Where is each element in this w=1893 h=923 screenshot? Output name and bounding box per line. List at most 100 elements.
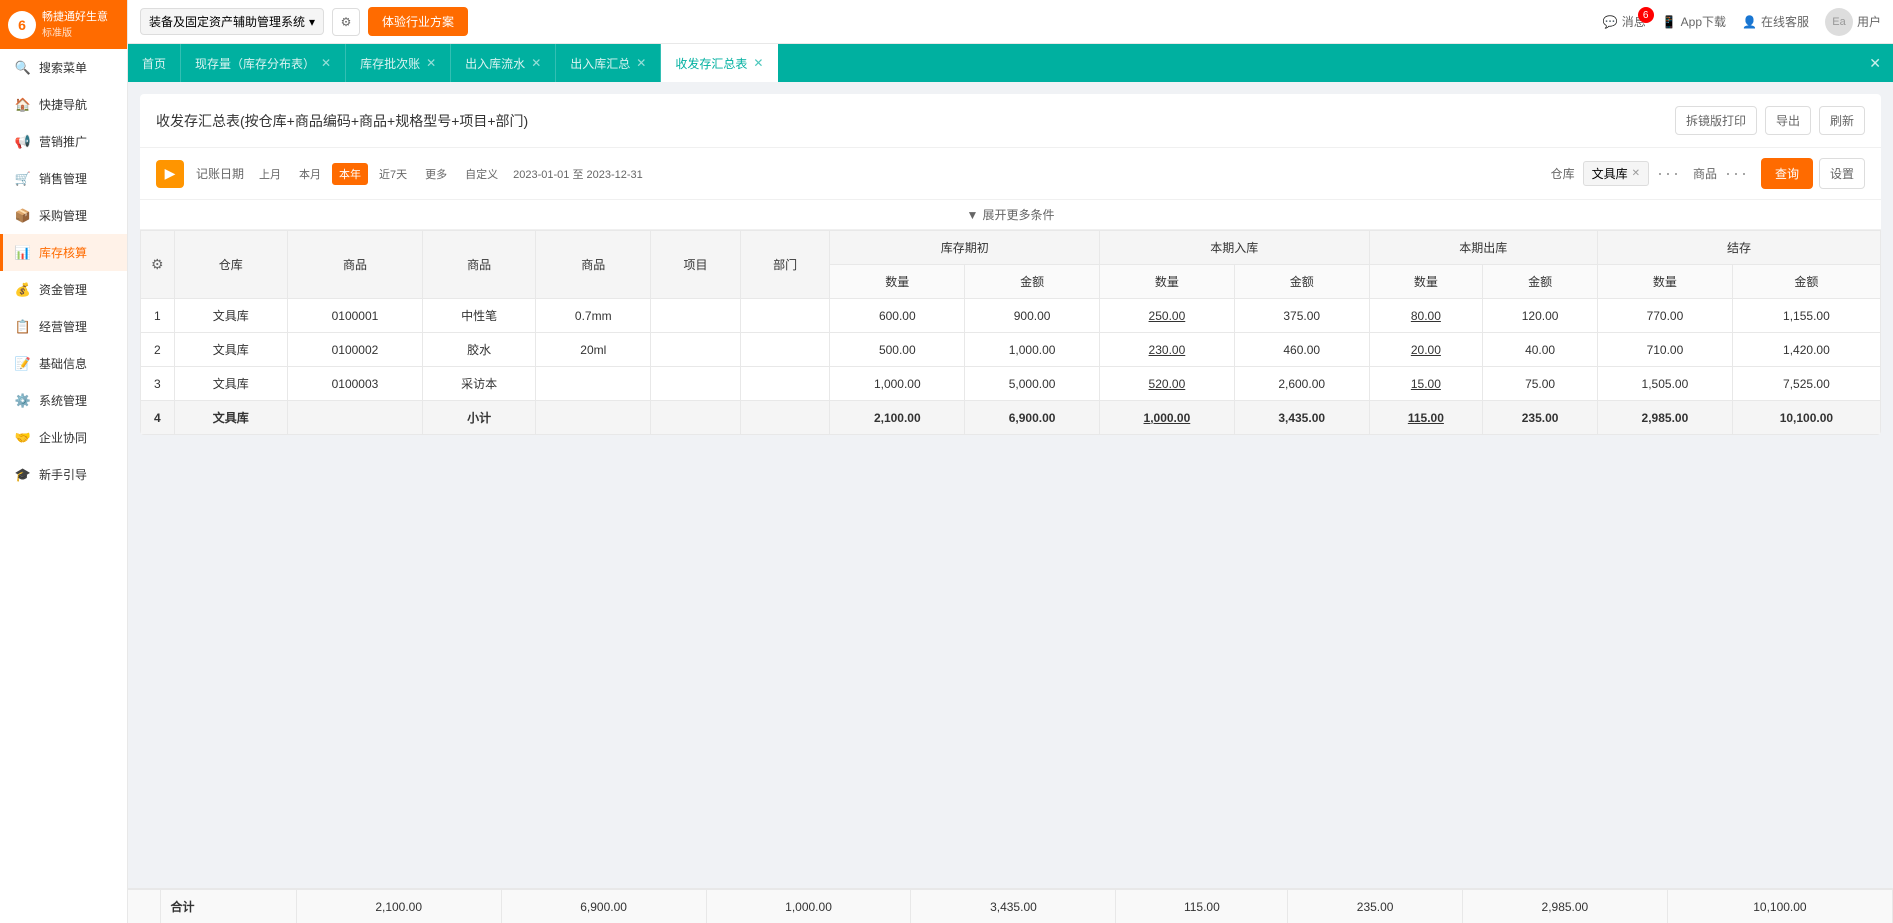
row-close-amt: 1,155.00 xyxy=(1732,299,1880,333)
experience-button[interactable]: 体验行业方案 xyxy=(368,7,468,36)
col-project-header: 项目 xyxy=(651,231,741,299)
tab-close-icon[interactable]: ✕ xyxy=(321,56,331,70)
tab-close-icon[interactable]: ✕ xyxy=(426,56,436,70)
tab-close-icon[interactable]: ✕ xyxy=(753,56,763,70)
subtotal-project xyxy=(651,401,741,435)
subtotal-close-amt: 10,100.00 xyxy=(1732,401,1880,435)
warehouse-more[interactable]: ··· xyxy=(1657,163,1681,184)
filter-settings-button[interactable]: 设置 xyxy=(1819,158,1865,189)
sidebar-item-label: 企业协同 xyxy=(39,429,87,446)
goods-filter: 商品 ··· xyxy=(1693,163,1749,184)
sidebar-item-enterprise[interactable]: 🤝 企业协同 xyxy=(0,419,127,456)
subtotal-close-qty: 2,985.00 xyxy=(1598,401,1733,435)
row-out-amt: 120.00 xyxy=(1483,299,1598,333)
subtotal-spec xyxy=(536,401,651,435)
marketing-icon: 📢 xyxy=(15,134,31,150)
service-icon: 👤 xyxy=(1742,15,1757,29)
date-shortcut-近7天[interactable]: 近7天 xyxy=(372,163,414,185)
query-button[interactable]: 查询 xyxy=(1761,158,1813,189)
enterprise-icon: 🤝 xyxy=(15,430,31,446)
operation-icon: 📋 xyxy=(15,319,31,335)
subtotal-dept xyxy=(740,401,830,435)
sidebar-item-basic-info[interactable]: 📝基础信息 xyxy=(0,345,127,382)
goods-more[interactable]: ··· xyxy=(1725,163,1749,184)
tab-label: 库存批次账 xyxy=(360,55,420,72)
filter-group: 记账日期 上月本月本年近7天更多自定义 2023-01-01 至 2023-12… xyxy=(196,163,1539,185)
sidebar-menu: 🔍搜索菜单🏠快捷导航 📢 营销推广 🛒销售管理📦采购管理📊库存核算💰资金管理 📋 经营管理… xyxy=(0,49,127,923)
subtotal-in-qty[interactable]: 1,000.00 xyxy=(1100,401,1235,435)
sidebar-item-label: 基础信息 xyxy=(39,355,87,372)
date-shortcut-本年[interactable]: 本年 xyxy=(332,163,368,185)
tab-label: 现存量（库存分布表） xyxy=(195,55,315,72)
total-close-qty: 2,985.00 xyxy=(1462,890,1667,923)
subtotal-out-qty[interactable]: 115.00 xyxy=(1369,401,1483,435)
sidebar-item-search[interactable]: 🔍搜索菜单 xyxy=(0,49,127,86)
row-spec: 0.7mm xyxy=(536,299,651,333)
subtotal-in-amt: 3,435.00 xyxy=(1234,401,1369,435)
tab-inout-flow[interactable]: 出入库流水✕ xyxy=(451,44,556,82)
warehouse-tag-close[interactable]: ✕ xyxy=(1632,168,1640,179)
sidebar-item-marketing[interactable]: 📢 营销推广 xyxy=(0,123,127,160)
sidebar-item-label: 系统管理 xyxy=(39,392,87,409)
refresh-button[interactable]: 刷新 xyxy=(1819,106,1865,135)
content-area: 收发存汇总表(按仓库+商品编码+商品+规格型号+项目+部门) 拆镜版打印 导出 … xyxy=(128,82,1893,888)
purchase-icon: 📦 xyxy=(15,208,31,224)
tab-receive-summary[interactable]: 收发存汇总表 ✕ xyxy=(661,44,778,82)
row-in-qty[interactable]: 520.00 xyxy=(1100,367,1235,401)
row-out-qty[interactable]: 20.00 xyxy=(1369,333,1483,367)
date-shortcut-自定义[interactable]: 自定义 xyxy=(458,163,505,185)
row-out-qty[interactable]: 80.00 xyxy=(1369,299,1483,333)
total-open-qty: 2,100.00 xyxy=(296,890,501,923)
print-button[interactable]: 拆镜版打印 xyxy=(1675,106,1757,135)
message-item[interactable]: 💬 消息 6 xyxy=(1603,13,1646,30)
tab-home[interactable]: 首页 xyxy=(128,44,181,82)
row-in-qty[interactable]: 230.00 xyxy=(1100,333,1235,367)
export-button[interactable]: 导出 xyxy=(1765,106,1811,135)
sidebar-item-quick-nav[interactable]: 🏠快捷导航 xyxy=(0,86,127,123)
page-actions: 拆镜版打印 导出 刷新 xyxy=(1675,106,1865,135)
row-name: 中性笔 xyxy=(422,299,536,333)
col-warehouse-header: 仓库 xyxy=(174,231,288,299)
col-in-amt: 金额 xyxy=(1234,265,1369,299)
sidebar-item-system[interactable]: ⚙️系统管理 xyxy=(0,382,127,419)
tab-inout-summary[interactable]: 出入库汇总✕ xyxy=(556,44,661,82)
sidebar-item-operation[interactable]: 📋 经营管理 xyxy=(0,308,127,345)
filter-toggle-btn[interactable]: ▶ xyxy=(156,160,184,188)
footer-total-table: 合计 2,100.00 6,900.00 1,000.00 3,435.00 1… xyxy=(128,890,1893,923)
total-close-amt: 10,100.00 xyxy=(1667,890,1892,923)
tab-inventory-dist[interactable]: 现存量（库存分布表） ✕ xyxy=(181,44,346,82)
user-item[interactable]: Ea 用户 xyxy=(1825,8,1881,36)
settings-icon-btn[interactable]: ⚙ xyxy=(332,8,360,36)
tab-close-icon[interactable]: ✕ xyxy=(531,56,541,70)
tab-batch-account[interactable]: 库存批次账 ✕ xyxy=(346,44,451,82)
tab-bar-close[interactable]: ✕ xyxy=(1857,44,1893,82)
sidebar-item-sales[interactable]: 🛒销售管理 xyxy=(0,160,127,197)
sidebar-item-label: 营销推广 xyxy=(39,133,87,150)
sidebar-item-inventory[interactable]: 📊库存核算 xyxy=(0,234,127,271)
date-shortcuts: 上月本月本年近7天更多自定义 xyxy=(252,163,505,185)
expand-conditions-btn[interactable]: ▼ 展开更多条件 xyxy=(967,206,1055,223)
tab-label: 收发存汇总表 xyxy=(675,55,747,72)
subtotal-out-amt: 235.00 xyxy=(1483,401,1598,435)
app-logo: 6 xyxy=(8,11,36,39)
row-in-amt: 375.00 xyxy=(1234,299,1369,333)
footer-total: 合计 2,100.00 6,900.00 1,000.00 3,435.00 1… xyxy=(128,888,1893,923)
app-download-item[interactable]: 📱 App下载 xyxy=(1662,13,1726,30)
date-shortcut-更多[interactable]: 更多 xyxy=(418,163,454,185)
date-shortcut-上月[interactable]: 上月 xyxy=(252,163,288,185)
sidebar-item-purchase[interactable]: 📦采购管理 xyxy=(0,197,127,234)
row-out-qty[interactable]: 15.00 xyxy=(1369,367,1483,401)
sidebar-item-label: 经营管理 xyxy=(39,318,87,335)
table-header-main: ⚙ 仓库 商品 商品 商品 项目 部门 库存期初 本期入库 本期出库 结存 xyxy=(141,231,1881,265)
tab-close-icon[interactable]: ✕ xyxy=(636,56,646,70)
sidebar-item-finance[interactable]: 💰资金管理 xyxy=(0,271,127,308)
tab-bar: 首页现存量（库存分布表）✕库存批次账✕出入库流水✕出入库汇总✕收发存汇总表✕✕ xyxy=(128,44,1893,82)
sidebar-item-guide[interactable]: 🎓新手引导 xyxy=(0,456,127,493)
page-card: 收发存汇总表(按仓库+商品编码+商品+规格型号+项目+部门) 拆镜版打印 导出 … xyxy=(140,94,1881,435)
warehouse-tag[interactable]: 文具库 ✕ xyxy=(1583,161,1649,186)
sidebar-header: 6 畅捷通好生意 标准版 xyxy=(0,0,127,49)
date-shortcut-本月[interactable]: 本月 xyxy=(292,163,328,185)
system-selector[interactable]: 装备及固定资产辅助管理系统 ▾ xyxy=(140,8,324,35)
online-service-item[interactable]: 👤 在线客服 xyxy=(1742,13,1809,30)
row-in-qty[interactable]: 250.00 xyxy=(1100,299,1235,333)
